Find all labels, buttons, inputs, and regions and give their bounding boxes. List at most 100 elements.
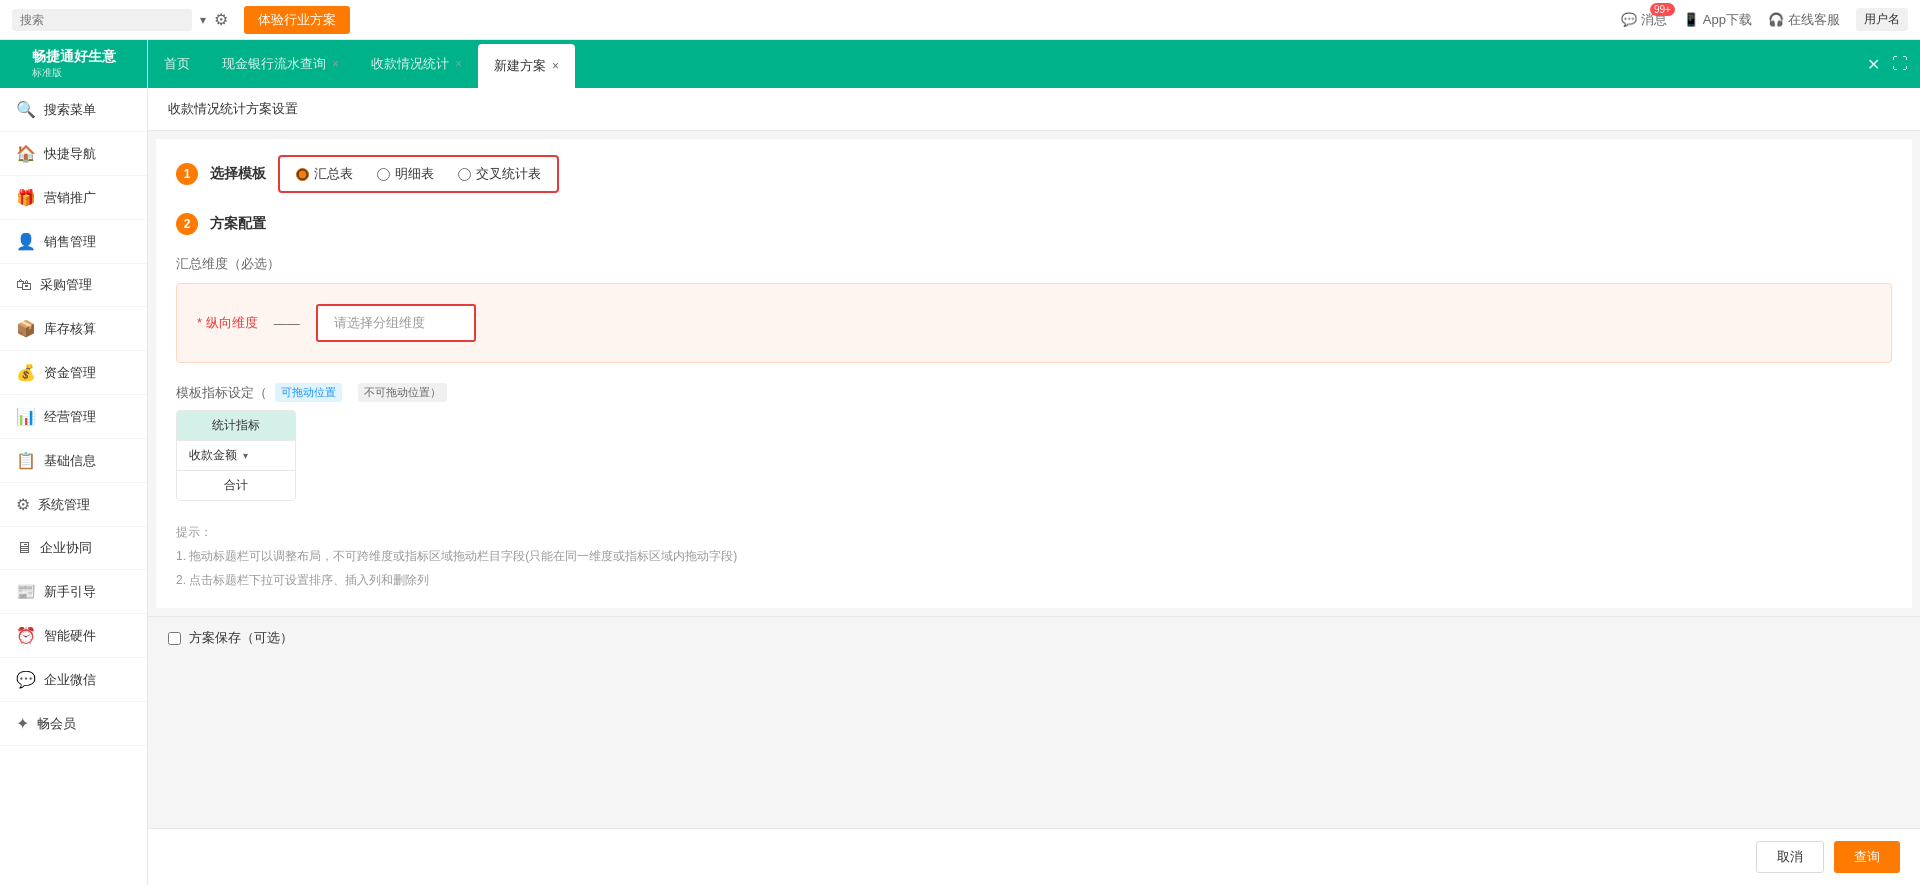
sidebar-item-label: 营销推广 <box>44 189 96 207</box>
shopping-icon: 🛍 <box>16 276 32 294</box>
sidebar-item-label: 系统管理 <box>38 496 90 514</box>
user-info[interactable]: 用户名 <box>1856 8 1908 31</box>
sidebar-item-marketing[interactable]: 🎁 营销推广 <box>0 176 147 220</box>
sidebar-item-label: 采购管理 <box>40 276 92 294</box>
sidebar-item-label: 快捷导航 <box>44 145 96 163</box>
tab-bank-label: 现金银行流水查询 <box>222 55 326 73</box>
chart-icon: 📊 <box>16 407 36 426</box>
tab-bar-actions: ✕ ⛶ <box>1867 55 1920 74</box>
sidebar-item-label: 经营管理 <box>44 408 96 426</box>
metric-name: 收款金额 <box>189 447 237 464</box>
sidebar-item-label: 库存核算 <box>44 320 96 338</box>
sidebar-item-enterprise[interactable]: 🖥 企业协同 <box>0 527 147 570</box>
arrow: —— <box>274 316 300 331</box>
top-bar: ▾ ⚙ 体验行业方案 💬 消息 99+ 📱 App下载 🎧 在线客服 用户名 <box>0 0 1920 40</box>
headset-icon: 🎧 <box>1768 12 1784 27</box>
query-button[interactable]: 查询 <box>1834 841 1900 873</box>
sidebar-item-label: 销售管理 <box>44 233 96 251</box>
radio-detail[interactable]: 明细表 <box>377 165 434 183</box>
sidebar-item-label: 企业协同 <box>40 539 92 557</box>
metric-table: 统计指标 收款金额 ▾ 合计 <box>176 410 296 501</box>
search-icon: 🔍 <box>16 100 36 119</box>
service-link[interactable]: 🎧 在线客服 <box>1768 11 1840 29</box>
tab-payment[interactable]: 收款情况统计 × <box>355 40 478 88</box>
trial-btn[interactable]: 体验行业方案 <box>244 6 350 34</box>
tab-newplan[interactable]: 新建方案 × <box>478 44 575 88</box>
metric-table-row[interactable]: 收款金额 ▾ <box>177 440 295 470</box>
sidebar-item-sales[interactable]: 👤 销售管理 <box>0 220 147 264</box>
tips-title: 提示： <box>176 525 212 539</box>
sidebar-item-basicinfo[interactable]: 📋 基础信息 <box>0 439 147 483</box>
maximize-icon[interactable]: ⛶ <box>1892 55 1908 73</box>
sidebar-item-label: 企业微信 <box>44 671 96 689</box>
tab-newplan-label: 新建方案 <box>494 57 546 75</box>
sidebar-item-business[interactable]: 📊 经营管理 <box>0 395 147 439</box>
tab-home-label: 首页 <box>164 55 190 73</box>
sidebar-item-search[interactable]: 🔍 搜索菜单 <box>0 88 147 132</box>
sidebar-item-label: 搜索菜单 <box>44 101 96 119</box>
step2-label: 方案配置 <box>210 215 266 233</box>
sidebar-item-purchase[interactable]: 🛍 采购管理 <box>0 264 147 307</box>
dimension-title: 汇总维度（必选） <box>176 255 1892 273</box>
sidebar-item-label: 基础信息 <box>44 452 96 470</box>
logo-text: 畅捷通好生意 <box>32 48 116 66</box>
tab-newplan-close[interactable]: × <box>552 59 559 73</box>
member-icon: ✦ <box>16 714 29 733</box>
vertical-label: * 纵向维度 <box>197 314 258 332</box>
sidebar-item-label: 资金管理 <box>44 364 96 382</box>
tab-payment-close[interactable]: × <box>455 57 462 71</box>
sidebar-item-nav[interactable]: 🏠 快捷导航 <box>0 132 147 176</box>
radio-summary-label: 汇总表 <box>314 165 353 183</box>
download-link[interactable]: 📱 App下载 <box>1683 11 1752 29</box>
sidebar-item-wechat[interactable]: 💬 企业微信 <box>0 658 147 702</box>
page-title: 收款情况统计方案设置 <box>168 101 298 116</box>
close-window-icon[interactable]: ✕ <box>1867 55 1880 74</box>
sidebar-item-finance[interactable]: 💰 资金管理 <box>0 351 147 395</box>
tip-item-2: 2. 点击标题栏下拉可设置排序、插入列和删除列 <box>176 568 1892 592</box>
app-icon: 📱 <box>1683 12 1699 27</box>
cancel-button[interactable]: 取消 <box>1756 841 1824 873</box>
dimension-select[interactable]: 请选择分组维度 <box>316 304 476 342</box>
sidebar-item-inventory[interactable]: 📦 库存核算 <box>0 307 147 351</box>
draggable-badge: 可拖动位置 <box>275 383 342 402</box>
metric-dropdown-icon[interactable]: ▾ <box>243 450 248 461</box>
radio-detail-input[interactable] <box>377 168 390 181</box>
sidebar-item-label: 畅会员 <box>37 715 76 733</box>
content-area: 首页 现金银行流水查询 × 收款情况统计 × 新建方案 × ✕ ⛶ 收款情况统计… <box>148 40 1920 885</box>
tab-home[interactable]: 首页 <box>148 40 206 88</box>
home-icon: 🏠 <box>16 144 36 163</box>
user-icon: 👤 <box>16 232 36 251</box>
tip-item-1: 1. 拖动标题栏可以调整布局，不可跨维度或指标区域拖动栏目字段(只能在同一维度或… <box>176 544 1892 568</box>
tab-payment-label: 收款情况统计 <box>371 55 449 73</box>
save-checkbox[interactable] <box>168 632 181 645</box>
metric-subtotal: 合计 <box>177 470 295 500</box>
sidebar-item-hardware[interactable]: ⏰ 智能硬件 <box>0 614 147 658</box>
footer-bar: 取消 查询 <box>148 828 1920 885</box>
sidebar-item-system[interactable]: ⚙ 系统管理 <box>0 483 147 527</box>
service-label: 在线客服 <box>1788 11 1840 29</box>
radio-summary-input[interactable] <box>296 168 309 181</box>
logo-sub: 标准版 <box>32 66 116 80</box>
sidebar-item-member[interactable]: ✦ 畅会员 <box>0 702 147 746</box>
sidebar-item-guide[interactable]: 📰 新手引导 <box>0 570 147 614</box>
clipboard-icon: 📋 <box>16 451 36 470</box>
save-option: 方案保存（可选） <box>148 616 1920 659</box>
metric-config: 模板指标设定（ 可拖动位置 不可拖动位置） 统计指标 收款金额 ▾ 合计 <box>176 383 1892 504</box>
message-badge[interactable]: 💬 消息 99+ <box>1621 11 1667 29</box>
dropdown-icon[interactable]: ▾ <box>200 13 206 27</box>
download-label: App下载 <box>1703 11 1752 29</box>
tab-bank-close[interactable]: × <box>332 57 339 71</box>
radio-cross-input[interactable] <box>458 168 471 181</box>
sidebar-item-label: 智能硬件 <box>44 627 96 645</box>
gift-icon: 🎁 <box>16 188 36 207</box>
gear-icon[interactable]: ⚙ <box>214 10 228 29</box>
search-input[interactable] <box>12 9 192 31</box>
radio-cross[interactable]: 交叉统计表 <box>458 165 541 183</box>
metric-title: 模板指标设定（ <box>176 384 267 402</box>
news-icon: 📰 <box>16 582 36 601</box>
radio-summary[interactable]: 汇总表 <box>296 165 353 183</box>
tab-bank[interactable]: 现金银行流水查询 × <box>206 40 355 88</box>
non-draggable-badge: 不可拖动位置） <box>358 383 447 402</box>
tab-bar: 首页 现金银行流水查询 × 收款情况统计 × 新建方案 × ✕ ⛶ <box>148 40 1920 88</box>
message-icon: 💬 <box>1621 12 1637 27</box>
